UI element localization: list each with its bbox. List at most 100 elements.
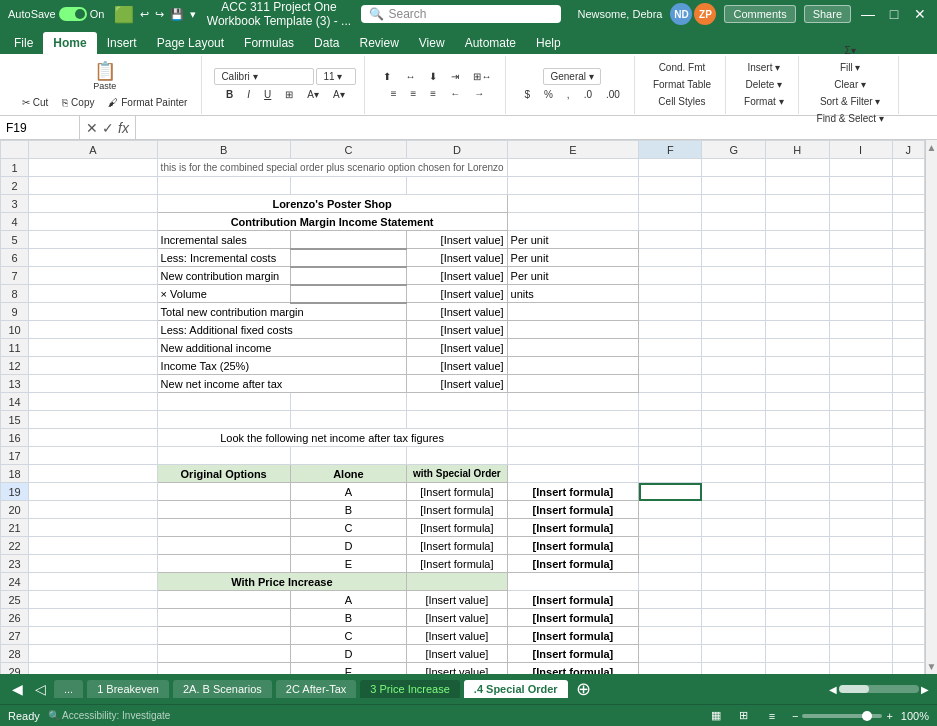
cell-g8[interactable] (702, 285, 766, 303)
minimize-button[interactable]: — (859, 5, 877, 23)
col-header-e[interactable]: E (507, 141, 639, 159)
confirm-formula-icon[interactable]: ✓ (102, 120, 114, 136)
cell-a3[interactable] (29, 195, 158, 213)
decimal-increase-button[interactable]: .0 (578, 87, 598, 102)
cell-g10[interactable] (702, 321, 766, 339)
cell-d9[interactable]: [Insert value] (407, 303, 507, 321)
cell-j8[interactable] (892, 285, 924, 303)
cell-e5[interactable]: Per unit (507, 231, 639, 249)
cell-h20[interactable] (766, 501, 829, 519)
save-icon[interactable]: 💾 (170, 8, 184, 21)
cell-styles-button[interactable]: Cell Styles (652, 94, 711, 109)
merge-center-button[interactable]: ⊞↔ (467, 69, 497, 84)
cell-f19[interactable] (639, 483, 702, 501)
cell-e23[interactable]: [Insert formula] (507, 555, 639, 573)
cell-f6[interactable] (639, 249, 702, 267)
cell-c23[interactable]: E (290, 555, 407, 573)
cell-f14[interactable] (639, 393, 702, 411)
cell-f10[interactable] (639, 321, 702, 339)
cell-h19[interactable] (766, 483, 829, 501)
wrap-text-button[interactable]: ⇥ (445, 69, 465, 84)
cell-g28[interactable] (702, 645, 766, 663)
cell-i10[interactable] (829, 321, 892, 339)
cell-b12[interactable]: Income Tax (25%) (157, 357, 407, 375)
cell-c26[interactable]: B (290, 609, 407, 627)
cell-a23[interactable] (29, 555, 158, 573)
cell-e15[interactable] (507, 411, 639, 429)
cell-a7[interactable] (29, 267, 158, 285)
underline-button[interactable]: U (258, 87, 277, 102)
cell-d6[interactable]: [Insert value] (407, 249, 507, 267)
cell-e14[interactable] (507, 393, 639, 411)
format-cells-button[interactable]: Format ▾ (738, 94, 789, 109)
cell-j4[interactable] (892, 213, 924, 231)
cell-f8[interactable] (639, 285, 702, 303)
cell-g20[interactable] (702, 501, 766, 519)
cell-f15[interactable] (639, 411, 702, 429)
cell-f17[interactable] (639, 447, 702, 465)
cell-a15[interactable] (29, 411, 158, 429)
cell-i27[interactable] (829, 627, 892, 645)
cell-i28[interactable] (829, 645, 892, 663)
cell-f12[interactable] (639, 357, 702, 375)
zoom-in-button[interactable]: + (886, 710, 892, 722)
cell-a21[interactable] (29, 519, 158, 537)
cell-h29[interactable] (766, 663, 829, 675)
cell-h11[interactable] (766, 339, 829, 357)
cell-f23[interactable] (639, 555, 702, 573)
tab-formulas[interactable]: Formulas (234, 32, 304, 54)
cell-c7[interactable] (290, 267, 407, 285)
cell-f28[interactable] (639, 645, 702, 663)
cell-j23[interactable] (892, 555, 924, 573)
cell-d19[interactable]: [Insert formula] (407, 483, 507, 501)
cell-f4[interactable] (639, 213, 702, 231)
cell-h17[interactable] (766, 447, 829, 465)
cell-g29[interactable] (702, 663, 766, 675)
cell-g7[interactable] (702, 267, 766, 285)
cell-c14[interactable] (290, 393, 407, 411)
cell-b18[interactable]: Original Options (157, 465, 290, 483)
cell-b6[interactable]: Less: Incremental costs (157, 249, 290, 267)
tab-page-layout[interactable]: Page Layout (147, 32, 234, 54)
cell-j13[interactable] (892, 375, 924, 393)
italic-button[interactable]: I (241, 87, 256, 102)
tab-insert[interactable]: Insert (97, 32, 147, 54)
cell-j25[interactable] (892, 591, 924, 609)
cell-h3[interactable] (766, 195, 829, 213)
cell-a24[interactable] (29, 573, 158, 591)
cell-i22[interactable] (829, 537, 892, 555)
cell-j9[interactable] (892, 303, 924, 321)
cell-i24[interactable] (829, 573, 892, 591)
formula-input[interactable] (136, 116, 937, 139)
cell-e17[interactable] (507, 447, 639, 465)
cell-j3[interactable] (892, 195, 924, 213)
cell-j10[interactable] (892, 321, 924, 339)
cell-a26[interactable] (29, 609, 158, 627)
cell-c18[interactable]: Alone (290, 465, 407, 483)
cell-i17[interactable] (829, 447, 892, 465)
cell-h8[interactable] (766, 285, 829, 303)
align-left-button[interactable]: ≡ (385, 86, 403, 101)
share-button[interactable]: Share (804, 5, 851, 23)
close-button[interactable]: ✕ (911, 5, 929, 23)
h-scrollbar-track[interactable] (839, 685, 919, 693)
cell-h13[interactable] (766, 375, 829, 393)
cell-j18[interactable] (892, 465, 924, 483)
cell-i21[interactable] (829, 519, 892, 537)
cell-f2[interactable] (639, 177, 702, 195)
cell-i8[interactable] (829, 285, 892, 303)
cell-e10[interactable] (507, 321, 639, 339)
cell-e3[interactable] (507, 195, 639, 213)
currency-button[interactable]: $ (518, 87, 536, 102)
cell-e19[interactable]: [Insert formula] (507, 483, 639, 501)
cell-b27[interactable] (157, 627, 290, 645)
col-header-b[interactable]: B (157, 141, 290, 159)
format-as-table-button[interactable]: Format Table (647, 77, 717, 92)
fill-color-button[interactable]: A▾ (301, 87, 325, 102)
comments-button[interactable]: Comments (724, 5, 795, 23)
cell-d8[interactable]: [Insert value] (407, 285, 507, 303)
cell-d12[interactable]: [Insert value] (407, 357, 507, 375)
cell-j21[interactable] (892, 519, 924, 537)
cell-f3[interactable] (639, 195, 702, 213)
add-sheet-button[interactable]: ⊕ (572, 680, 595, 698)
